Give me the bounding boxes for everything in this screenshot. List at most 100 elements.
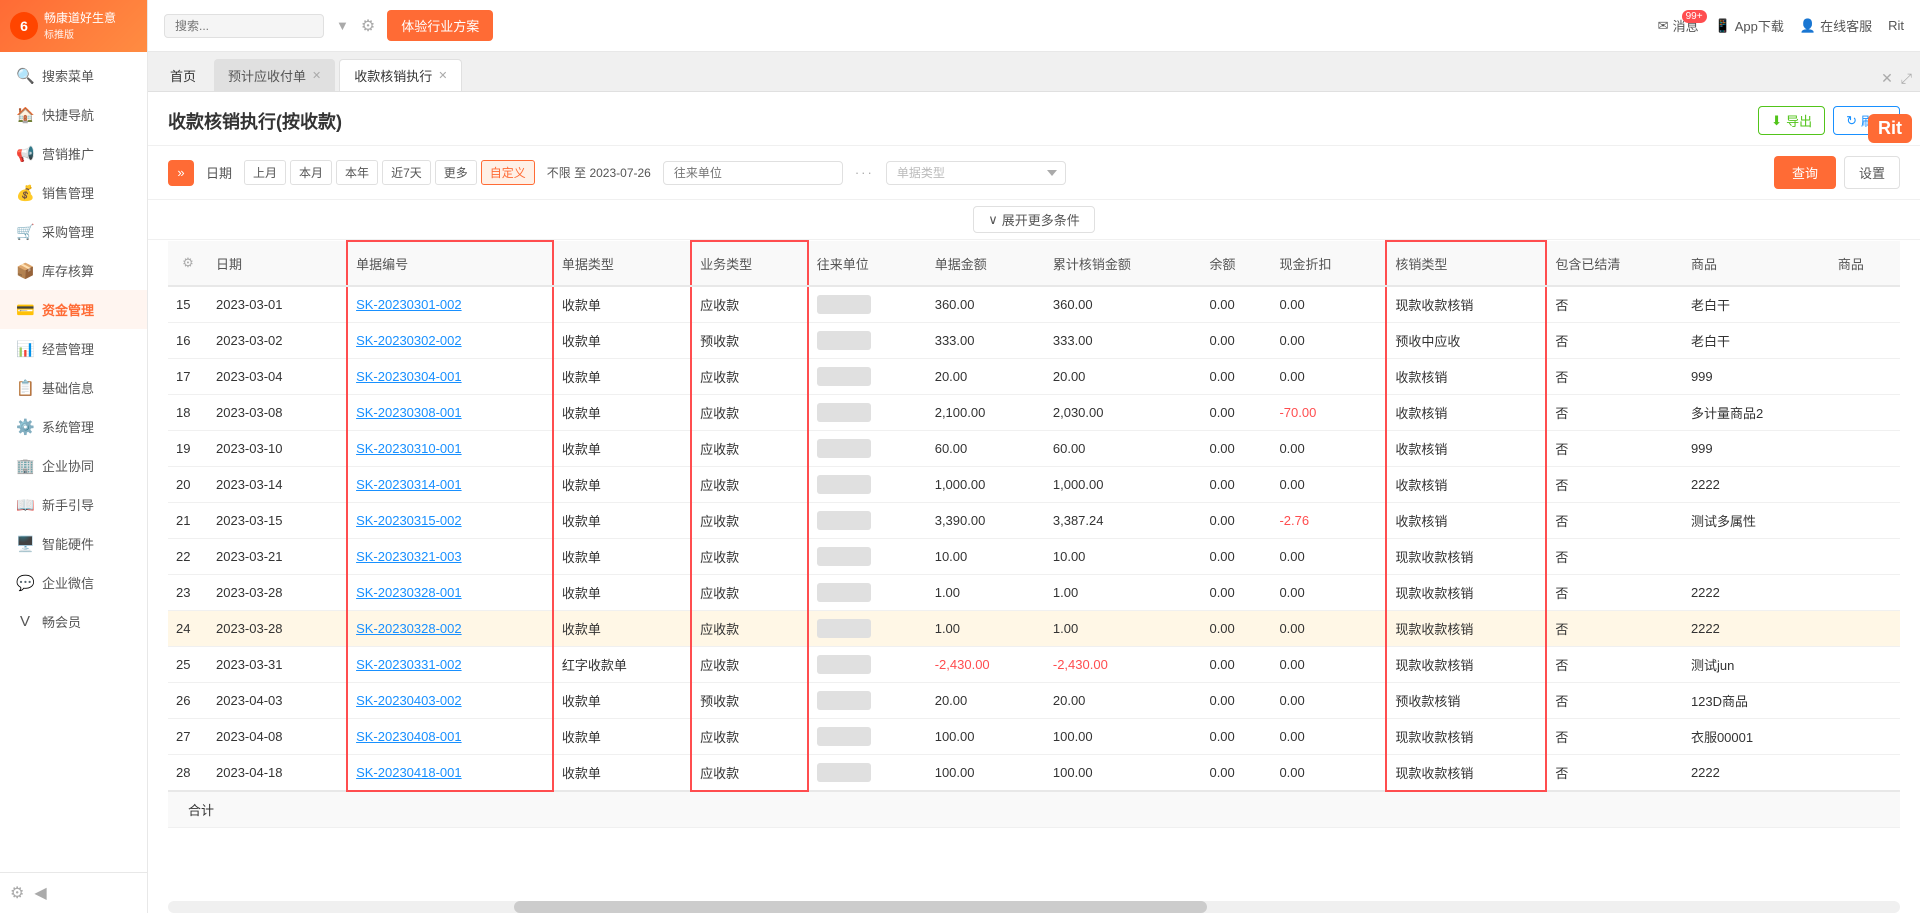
app-download-button[interactable]: 📱 App下载: [1715, 16, 1784, 35]
table-row: 19 2023-03-10 SK-20230310-001 收款单 应收款 ██…: [168, 431, 1900, 467]
doc-no-link[interactable]: SK-20230304-001: [356, 369, 462, 384]
doc-no-link[interactable]: SK-20230315-002: [356, 513, 462, 528]
sidebar-item-purchase[interactable]: 🛒 采购管理: [0, 212, 147, 251]
th-biz-type: 业务类型: [691, 241, 808, 286]
cell-amount: 1.00: [927, 575, 1045, 611]
filter-unit-input[interactable]: [663, 161, 843, 185]
doc-no-link[interactable]: SK-20230403-002: [356, 693, 462, 708]
app-label: App下载: [1735, 16, 1784, 35]
sidebar-item-basic[interactable]: 📋 基础信息: [0, 368, 147, 407]
tab-prepay-close-icon[interactable]: ✕: [312, 69, 321, 82]
doc-no-link[interactable]: SK-20230418-001: [356, 765, 462, 780]
sidebar-label-wechat: 企业微信: [42, 573, 94, 592]
sidebar-item-guide[interactable]: 📖 新手引导: [0, 485, 147, 524]
th-settings[interactable]: ⚙: [168, 241, 208, 286]
topbar-gear-icon[interactable]: ⚙: [361, 16, 375, 36]
doc-no-link[interactable]: SK-20230408-001: [356, 729, 462, 744]
sidebar-item-search[interactable]: 🔍 搜索菜单: [0, 56, 147, 95]
filter-type-select[interactable]: 单据类型: [886, 161, 1066, 185]
doc-no-link[interactable]: SK-20230310-001: [356, 441, 462, 456]
table-row: 27 2023-04-08 SK-20230408-001 收款单 应收款 ██…: [168, 719, 1900, 755]
sidebar-bottom: ⚙ ◀: [0, 872, 147, 913]
th-cumulative: 累计核销金额: [1045, 241, 1202, 286]
cell-cumulative: -2,430.00: [1045, 647, 1202, 683]
sidebar-item-quick[interactable]: 🏠 快捷导航: [0, 95, 147, 134]
sidebar-item-enterprise[interactable]: 🏢 企业协同: [0, 446, 147, 485]
sidebar-item-member[interactable]: V 畅会员: [0, 602, 147, 641]
filter-custom[interactable]: 自定义: [481, 160, 535, 185]
sidebar-item-wechat[interactable]: 💬 企业微信: [0, 563, 147, 602]
doc-no-link[interactable]: SK-20230321-003: [356, 549, 462, 564]
cell-balance: 0.00: [1201, 395, 1271, 431]
cell-amount: 360.00: [927, 286, 1045, 323]
cell-unit: ██: [808, 575, 927, 611]
filter-more-dates[interactable]: 更多: [435, 160, 477, 185]
cell-unit: ██: [808, 719, 927, 755]
doc-no-link[interactable]: SK-20230301-002: [356, 297, 462, 312]
cell-biz-type: 应收款: [691, 719, 808, 755]
online-service-button[interactable]: 👤 在线客服: [1800, 16, 1872, 35]
sidebar-logo: 6 畅康道好生意 标推版: [0, 0, 147, 52]
sidebar-item-operation[interactable]: 📊 经营管理: [0, 329, 147, 368]
doc-no-link[interactable]: SK-20230328-002: [356, 621, 462, 636]
th-doc-no: 单据编号: [347, 241, 553, 286]
collapse-icon[interactable]: ◀: [34, 883, 46, 903]
cell-date: 2023-03-04: [208, 359, 347, 395]
table-scrollbar[interactable]: [168, 901, 1900, 913]
cell-doc-type: 收款单: [553, 431, 691, 467]
cell-goods: 123D商品: [1683, 683, 1830, 719]
cell-include-settled: 否: [1546, 323, 1683, 359]
table-scrollbar-thumb[interactable]: [514, 901, 1207, 913]
doc-no-link[interactable]: SK-20230314-001: [356, 477, 462, 492]
tab-prepay[interactable]: 预计应收付单 ✕: [214, 59, 335, 91]
message-button[interactable]: ✉ 消息 99+: [1658, 16, 1699, 35]
cell-amount: -2,430.00: [927, 647, 1045, 683]
settings-button[interactable]: 设置: [1844, 156, 1900, 189]
cell-goods: 999: [1683, 431, 1830, 467]
cell-cumulative: 10.00: [1045, 539, 1202, 575]
cell-amount: 1,000.00: [927, 467, 1045, 503]
topbar-search-input[interactable]: [164, 14, 324, 38]
tab-collection-close-icon[interactable]: ✕: [438, 69, 447, 82]
industry-solution-button[interactable]: 体验行业方案: [387, 10, 493, 41]
tab-collection[interactable]: 收款核销执行 ✕: [339, 59, 462, 91]
cell-no: 21: [168, 503, 208, 539]
table-config-icon[interactable]: ⚙: [176, 251, 200, 275]
settings-bottom-icon[interactable]: ⚙: [10, 883, 24, 903]
topbar-dropdown-arrow[interactable]: ▼: [336, 18, 349, 33]
cell-goods2: [1830, 611, 1900, 647]
cell-doc-type: 收款单: [553, 395, 691, 431]
doc-no-link[interactable]: SK-20230302-002: [356, 333, 462, 348]
doc-no-link[interactable]: SK-20230308-001: [356, 405, 462, 420]
filter-expand-button[interactable]: »: [168, 160, 194, 186]
sidebar-item-finance[interactable]: 💳 资金管理: [0, 290, 147, 329]
tab-home[interactable]: 首页: [156, 59, 210, 91]
topbar-right: ✉ 消息 99+ 📱 App下载 👤 在线客服 Rit: [1658, 16, 1904, 35]
query-button[interactable]: 查询: [1774, 156, 1836, 189]
export-button[interactable]: ⬇ 导出: [1758, 106, 1825, 135]
tab-prepay-label: 预计应收付单: [228, 66, 306, 85]
filter-7days[interactable]: 近7天: [382, 160, 431, 185]
cell-doc-type: 收款单: [553, 719, 691, 755]
cell-no: 18: [168, 395, 208, 431]
cell-cumulative: 100.00: [1045, 755, 1202, 792]
doc-no-link[interactable]: SK-20230328-001: [356, 585, 462, 600]
sidebar-item-hardware[interactable]: 🖥️ 智能硬件: [0, 524, 147, 563]
sidebar-item-sales[interactable]: 💰 销售管理: [0, 173, 147, 212]
expand-more-button[interactable]: ∨ 展开更多条件: [973, 206, 1095, 233]
sidebar-item-inventory[interactable]: 📦 库存核算: [0, 251, 147, 290]
cell-include-settled: 否: [1546, 755, 1683, 792]
sidebar-item-marketing[interactable]: 📢 营销推广: [0, 134, 147, 173]
cell-no: 15: [168, 286, 208, 323]
table-row: 20 2023-03-14 SK-20230314-001 收款单 应收款 ██…: [168, 467, 1900, 503]
filter-this-month[interactable]: 本月: [290, 160, 332, 185]
user-name[interactable]: Rit: [1888, 18, 1904, 33]
tab-close-all-icon[interactable]: ✕: [1881, 70, 1893, 87]
filter-this-year[interactable]: 本年: [336, 160, 378, 185]
cell-biz-type: 应收款: [691, 286, 808, 323]
cell-include-settled: 否: [1546, 286, 1683, 323]
sidebar-item-system[interactable]: ⚙️ 系统管理: [0, 407, 147, 446]
filter-last-month[interactable]: 上月: [244, 160, 286, 185]
tab-fullscreen-icon[interactable]: ⤢: [1901, 70, 1912, 87]
doc-no-link[interactable]: SK-20230331-002: [356, 657, 462, 672]
